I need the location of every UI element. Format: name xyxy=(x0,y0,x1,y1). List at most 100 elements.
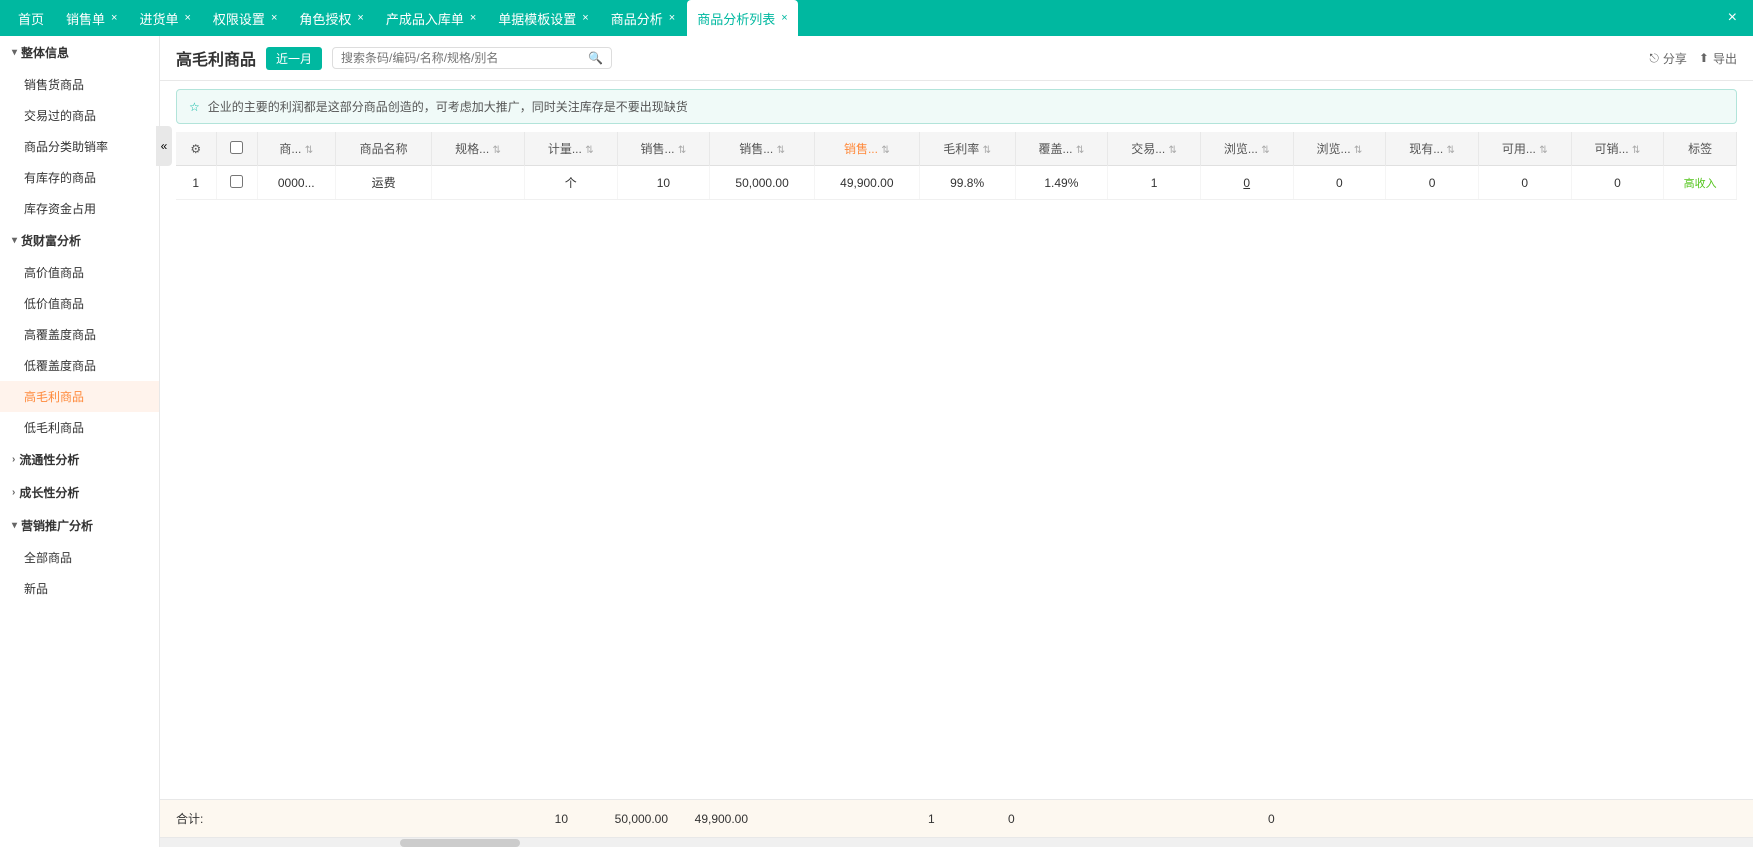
sidebar-item-category-rate[interactable]: 商品分类助销率 xyxy=(0,131,159,162)
period-button[interactable]: 近一月 xyxy=(266,47,322,70)
nav-product-analysis-list[interactable]: 商品分析列表 × xyxy=(687,0,797,36)
arrow-down-icon2: ▾ xyxy=(12,235,17,246)
nav-close-permissions[interactable]: × xyxy=(271,12,277,24)
table-footer: 合计: 10 50,000.00 49,900.00 1 0 0 xyxy=(160,799,1753,837)
sidebar-item-traded-goods[interactable]: 交易过的商品 xyxy=(0,100,159,131)
table-row: 1 0000... 运费 个 10 50,000.00 49,900.00 99… xyxy=(176,166,1737,200)
col-unit[interactable]: 计量... ⇅ xyxy=(524,132,617,166)
cell-views2: 0 xyxy=(1293,166,1386,200)
info-banner: ☆ 企业的主要的利润都是这部分商品创造的，可考虑加大推广，同时关注库存是不要出现… xyxy=(176,89,1737,124)
cell-sales1: 10 xyxy=(617,166,710,200)
col-stock2[interactable]: 可用... ⇅ xyxy=(1478,132,1571,166)
cell-sales3: 49,900.00 xyxy=(814,166,919,200)
col-name: 商品名称 xyxy=(335,132,431,166)
sidebar-group-wealth[interactable]: ▾ 货财富分析 xyxy=(0,224,159,257)
share-icon: ⎋ xyxy=(1649,51,1659,66)
cell-checkbox xyxy=(216,166,257,200)
col-settings[interactable]: ⚙ xyxy=(176,132,216,166)
footer-sales1: 10 xyxy=(521,812,601,826)
sidebar-item-stock-capital[interactable]: 库存资金占用 xyxy=(0,193,159,224)
sidebar-group-liquidity[interactable]: › 流通性分析 xyxy=(0,443,159,476)
footer-sales3: 49,900.00 xyxy=(681,812,761,826)
main-layout: « ▾ 整体信息 销售货商品 交易过的商品 商品分类助销率 有库存的商品 库存资… xyxy=(0,36,1753,847)
export-icon: ⬆ xyxy=(1699,51,1709,65)
col-sales3[interactable]: 销售... ⇅ xyxy=(814,132,919,166)
sidebar-group-growth[interactable]: › 成长性分析 xyxy=(0,476,159,509)
footer-stock1: 0 xyxy=(971,812,1051,826)
col-coverage[interactable]: 覆盖... ⇅ xyxy=(1015,132,1108,166)
sidebar-item-high-margin[interactable]: 高毛利商品 xyxy=(0,381,159,412)
cell-margin: 99.8% xyxy=(919,166,1015,200)
info-icon: ☆ xyxy=(189,100,200,114)
footer-stock2: 0 xyxy=(1231,812,1311,826)
cell-transactions: 1 xyxy=(1108,166,1201,200)
nav-close-purchase[interactable]: × xyxy=(184,12,190,24)
cell-sales2: 50,000.00 xyxy=(710,166,815,200)
top-navigation: 首页 销售单 × 进货单 × 权限设置 × 角色授权 × 产成品入库单 × 单据… xyxy=(0,0,1753,36)
footer-sales2: 50,000.00 xyxy=(601,812,681,826)
cell-stock1: 0 xyxy=(1386,166,1479,200)
nav-roles[interactable]: 角色授权 × xyxy=(289,0,373,36)
content-area: 高毛利商品 近一月 🔍 ⎋ 分享 ⬆ 导出 ☆ 企业的主要的利润都是这部分商品创… xyxy=(160,36,1753,847)
sidebar-item-low-margin[interactable]: 低毛利商品 xyxy=(0,412,159,443)
nav-sales-order[interactable]: 销售单 × xyxy=(56,0,127,36)
col-sales2[interactable]: 销售... ⇅ xyxy=(710,132,815,166)
content-header: 高毛利商品 近一月 🔍 ⎋ 分享 ⬆ 导出 xyxy=(160,36,1753,81)
col-checkbox xyxy=(216,132,257,166)
table-header-row: ⚙ 商... ⇅ 商品名称 规格... ⇅ 计量... ⇅ 销售... ⇅ 销售… xyxy=(176,132,1737,166)
nav-close-sales[interactable]: × xyxy=(111,12,117,24)
search-icon[interactable]: 🔍 xyxy=(588,51,603,65)
sidebar-item-high-coverage[interactable]: 高覆盖度商品 xyxy=(0,319,159,350)
nav-close-product-inbound[interactable]: × xyxy=(470,12,476,24)
col-stock3[interactable]: 可销... ⇅ xyxy=(1571,132,1664,166)
col-code[interactable]: 商... ⇅ xyxy=(257,132,335,166)
col-transactions[interactable]: 交易... ⇅ xyxy=(1108,132,1201,166)
nav-purchase-order[interactable]: 进货单 × xyxy=(129,0,200,36)
sidebar-group-marketing[interactable]: ▾ 营销推广分析 xyxy=(0,509,159,542)
sidebar-item-all-goods[interactable]: 全部商品 xyxy=(0,542,159,573)
col-views1[interactable]: 浏览... ⇅ xyxy=(1200,132,1293,166)
nav-product-analysis[interactable]: 商品分析 × xyxy=(601,0,685,36)
cell-tag: 高收入 xyxy=(1664,166,1737,200)
cell-name: 运费 xyxy=(335,166,431,200)
nav-close-product-analysis-list[interactable]: × xyxy=(781,12,787,24)
sidebar-toggle-button[interactable]: « xyxy=(156,126,172,166)
nav-home[interactable]: 首页 xyxy=(8,0,54,36)
cell-spec xyxy=(432,166,525,200)
data-table: ⚙ 商... ⇅ 商品名称 规格... ⇅ 计量... ⇅ 销售... ⇅ 销售… xyxy=(176,132,1737,200)
sidebar-item-high-value[interactable]: 高价值商品 xyxy=(0,257,159,288)
sidebar-group-overall[interactable]: ▾ 整体信息 xyxy=(0,36,159,69)
col-sales1[interactable]: 销售... ⇅ xyxy=(617,132,710,166)
col-spec[interactable]: 规格... ⇅ xyxy=(432,132,525,166)
select-all-checkbox[interactable] xyxy=(230,141,243,154)
export-button[interactable]: ⬆ 导出 xyxy=(1699,50,1737,67)
nav-close-template[interactable]: × xyxy=(582,12,588,24)
arrow-right-icon2: › xyxy=(12,487,15,498)
share-button[interactable]: ⎋ 分享 xyxy=(1649,50,1687,67)
table-container: ⚙ 商... ⇅ 商品名称 规格... ⇅ 计量... ⇅ 销售... ⇅ 销售… xyxy=(160,132,1753,799)
horizontal-scrollbar[interactable] xyxy=(160,837,1753,847)
page-title: 高毛利商品 xyxy=(176,46,256,70)
nav-template[interactable]: 单据模板设置 × xyxy=(488,0,598,36)
col-stock1[interactable]: 现有... ⇅ xyxy=(1386,132,1479,166)
col-tag: 标签 xyxy=(1664,132,1737,166)
cell-num: 1 xyxy=(176,166,216,200)
sidebar-item-new-goods[interactable]: 新品 xyxy=(0,573,159,604)
scrollbar-thumb[interactable] xyxy=(400,839,520,847)
sidebar-item-stocked-goods[interactable]: 有库存的商品 xyxy=(0,162,159,193)
window-close-button[interactable]: × xyxy=(1720,9,1745,27)
sidebar-item-low-value[interactable]: 低价值商品 xyxy=(0,288,159,319)
search-input[interactable] xyxy=(341,51,588,65)
sidebar-item-sales-goods[interactable]: 销售货商品 xyxy=(0,69,159,100)
nav-close-roles[interactable]: × xyxy=(357,12,363,24)
nav-permissions[interactable]: 权限设置 × xyxy=(203,0,287,36)
sidebar-item-low-coverage[interactable]: 低覆盖度商品 xyxy=(0,350,159,381)
nav-product-inbound[interactable]: 产成品入库单 × xyxy=(376,0,486,36)
cell-unit: 个 xyxy=(524,166,617,200)
col-margin[interactable]: 毛利率 ⇅ xyxy=(919,132,1015,166)
nav-close-product-analysis[interactable]: × xyxy=(669,12,675,24)
search-box: 🔍 xyxy=(332,47,612,69)
row-checkbox[interactable] xyxy=(230,175,243,188)
col-views2[interactable]: 浏览... ⇅ xyxy=(1293,132,1386,166)
cell-views1[interactable]: 0 xyxy=(1200,166,1293,200)
